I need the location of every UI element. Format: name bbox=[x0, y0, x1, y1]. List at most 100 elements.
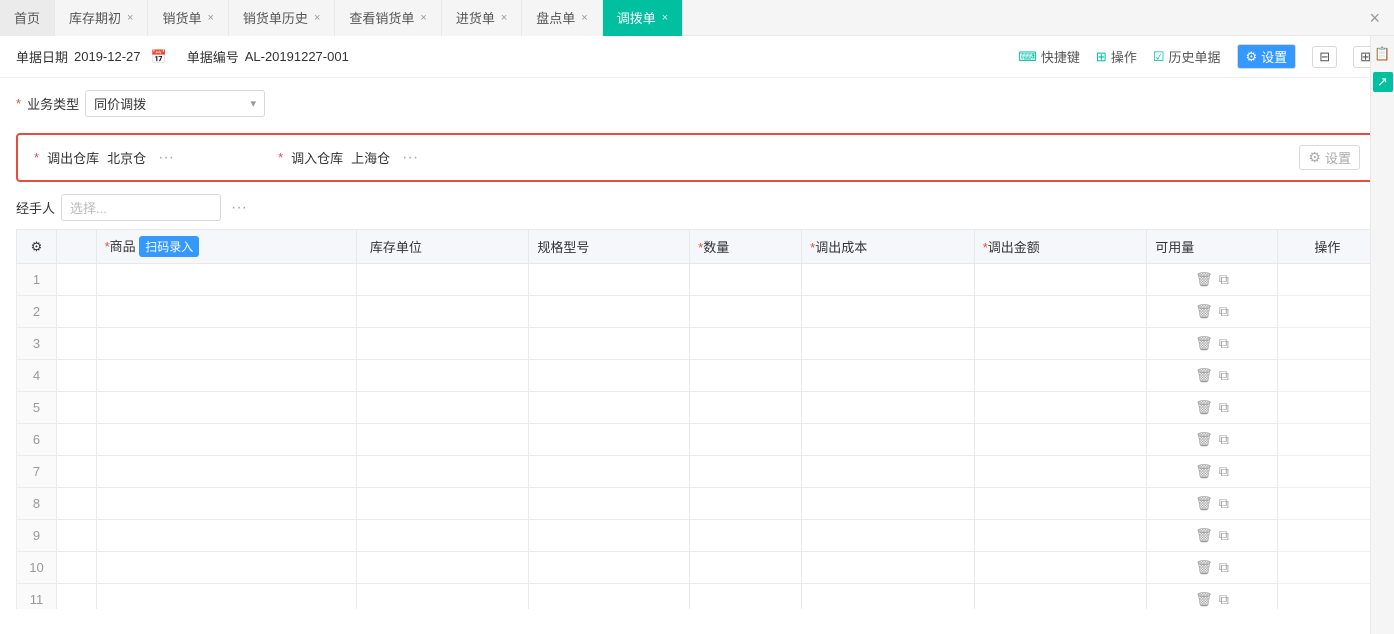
handler-select[interactable]: 选择... bbox=[61, 194, 221, 221]
cost-cell[interactable] bbox=[690, 392, 802, 424]
tab-bar-close-all[interactable]: × bbox=[1355, 0, 1394, 36]
copy-icon[interactable]: ⧉ bbox=[1219, 527, 1229, 544]
copy-icon[interactable]: ⧉ bbox=[1219, 335, 1229, 352]
delete-icon[interactable]: 🗑 bbox=[1195, 591, 1213, 608]
qty-cell[interactable] bbox=[529, 264, 690, 296]
sidebar-expand-icon[interactable]: ↗ bbox=[1373, 72, 1393, 92]
delete-icon[interactable]: 🗑 bbox=[1195, 303, 1213, 320]
cost-cell[interactable] bbox=[690, 296, 802, 328]
tab-purchase[interactable]: 进货单 × bbox=[442, 0, 522, 36]
shortcuts-btn[interactable]: ⌨ 快捷键 bbox=[1018, 47, 1080, 66]
tab-sales-history[interactable]: 销货单历史 × bbox=[229, 0, 335, 36]
cost-cell[interactable] bbox=[690, 328, 802, 360]
product-cell[interactable] bbox=[57, 296, 97, 328]
tab-inventory-init[interactable]: 库存期初 × bbox=[55, 0, 148, 36]
product-cell[interactable] bbox=[57, 552, 97, 584]
copy-icon[interactable]: ⧉ bbox=[1219, 463, 1229, 480]
th-settings[interactable]: ⚙ bbox=[17, 230, 57, 264]
delete-icon[interactable]: 🗑 bbox=[1195, 495, 1213, 512]
qty-cell[interactable] bbox=[529, 520, 690, 552]
amount-cell[interactable] bbox=[802, 552, 975, 584]
delete-icon[interactable]: 🗑 bbox=[1195, 559, 1213, 576]
operations-btn[interactable]: ⊞ 操作 bbox=[1096, 47, 1137, 66]
tab-close-view-sales[interactable]: × bbox=[420, 12, 426, 24]
product-cell[interactable] bbox=[57, 488, 97, 520]
tab-close-sales-order[interactable]: × bbox=[207, 12, 213, 24]
qty-cell[interactable] bbox=[529, 584, 690, 610]
qty-cell[interactable] bbox=[529, 552, 690, 584]
delete-icon[interactable]: 🗑 bbox=[1195, 367, 1213, 384]
copy-icon[interactable]: ⧉ bbox=[1219, 399, 1229, 416]
copy-icon[interactable]: ⧉ bbox=[1219, 495, 1229, 512]
tab-close-inventory-init[interactable]: × bbox=[127, 12, 133, 24]
delete-icon[interactable]: 🗑 bbox=[1195, 431, 1213, 448]
layout-icon[interactable]: ⊟ bbox=[1312, 46, 1337, 68]
copy-icon[interactable]: ⧉ bbox=[1219, 303, 1229, 320]
tab-stocktake[interactable]: 盘点单 × bbox=[522, 0, 602, 36]
tab-home[interactable]: 首页 bbox=[0, 0, 55, 36]
qty-cell[interactable] bbox=[529, 488, 690, 520]
product-cell[interactable] bbox=[57, 264, 97, 296]
warehouse-settings-btn[interactable]: ⚙ 设置 bbox=[1299, 145, 1360, 170]
product-cell[interactable] bbox=[57, 456, 97, 488]
amount-cell[interactable] bbox=[802, 520, 975, 552]
copy-icon[interactable]: ⧉ bbox=[1219, 559, 1229, 576]
qty-cell[interactable] bbox=[529, 296, 690, 328]
copy-icon[interactable]: ⧉ bbox=[1219, 271, 1229, 288]
tab-close-transfer[interactable]: × bbox=[662, 12, 668, 24]
product-cell[interactable] bbox=[57, 520, 97, 552]
qty-cell[interactable] bbox=[529, 456, 690, 488]
settings-btn[interactable]: ⚙ 设置 bbox=[1237, 44, 1297, 69]
amount-cell[interactable] bbox=[802, 456, 975, 488]
product-cell[interactable] bbox=[57, 584, 97, 610]
copy-icon[interactable]: ⧉ bbox=[1219, 591, 1229, 608]
cost-cell[interactable] bbox=[690, 264, 802, 296]
business-type-select[interactable]: 同价调拨 ▾ bbox=[85, 90, 265, 117]
table-scroll[interactable]: ⚙ *商品 扫码录入 *库存单位 规格型号 *数量 bbox=[16, 229, 1378, 609]
amount-cell[interactable] bbox=[802, 584, 975, 610]
amount-cell[interactable] bbox=[802, 328, 975, 360]
tab-view-sales[interactable]: 查看销货单 × bbox=[335, 0, 441, 36]
delete-icon[interactable]: 🗑 bbox=[1195, 271, 1213, 288]
out-warehouse-more[interactable]: ··· bbox=[154, 149, 178, 167]
cost-cell[interactable] bbox=[690, 584, 802, 610]
delete-icon[interactable]: 🗑 bbox=[1195, 463, 1213, 480]
qty-cell[interactable] bbox=[529, 328, 690, 360]
amount-cell[interactable] bbox=[802, 488, 975, 520]
tab-close-purchase[interactable]: × bbox=[501, 12, 507, 24]
tab-sales-order[interactable]: 销货单 × bbox=[148, 0, 228, 36]
history-btn[interactable]: ☑ 历史单据 bbox=[1153, 47, 1221, 66]
amount-cell[interactable] bbox=[802, 264, 975, 296]
delete-icon[interactable]: 🗑 bbox=[1195, 527, 1213, 544]
product-cell[interactable] bbox=[57, 424, 97, 456]
cost-cell[interactable] bbox=[690, 552, 802, 584]
delete-icon[interactable]: 🗑 bbox=[1195, 399, 1213, 416]
product-cell[interactable] bbox=[57, 328, 97, 360]
form-row-2: 经手人 选择... ··· bbox=[0, 190, 1394, 229]
cost-cell[interactable] bbox=[690, 424, 802, 456]
qty-cell[interactable] bbox=[529, 424, 690, 456]
qty-cell[interactable] bbox=[529, 392, 690, 424]
tab-close-sales-history[interactable]: × bbox=[314, 12, 320, 24]
cost-cell[interactable] bbox=[690, 456, 802, 488]
cost-cell[interactable] bbox=[690, 488, 802, 520]
sidebar-note-icon[interactable]: 📋 bbox=[1373, 44, 1393, 64]
handler-more[interactable]: ··· bbox=[227, 199, 251, 217]
amount-cell[interactable] bbox=[802, 296, 975, 328]
scan-btn[interactable]: 扫码录入 bbox=[139, 236, 199, 257]
tab-close-stocktake[interactable]: × bbox=[581, 12, 587, 24]
copy-icon[interactable]: ⧉ bbox=[1219, 367, 1229, 384]
delete-icon[interactable]: 🗑 bbox=[1195, 335, 1213, 352]
qty-cell[interactable] bbox=[529, 360, 690, 392]
cost-cell[interactable] bbox=[690, 360, 802, 392]
product-cell[interactable] bbox=[57, 392, 97, 424]
amount-cell[interactable] bbox=[802, 392, 975, 424]
cost-cell[interactable] bbox=[690, 520, 802, 552]
amount-cell[interactable] bbox=[802, 360, 975, 392]
tab-transfer[interactable]: 调拨单 × bbox=[603, 0, 683, 36]
in-warehouse-more[interactable]: ··· bbox=[398, 149, 422, 167]
calendar-icon[interactable]: 📅 bbox=[151, 49, 167, 65]
copy-icon[interactable]: ⧉ bbox=[1219, 431, 1229, 448]
amount-cell[interactable] bbox=[802, 424, 975, 456]
product-cell[interactable] bbox=[57, 360, 97, 392]
